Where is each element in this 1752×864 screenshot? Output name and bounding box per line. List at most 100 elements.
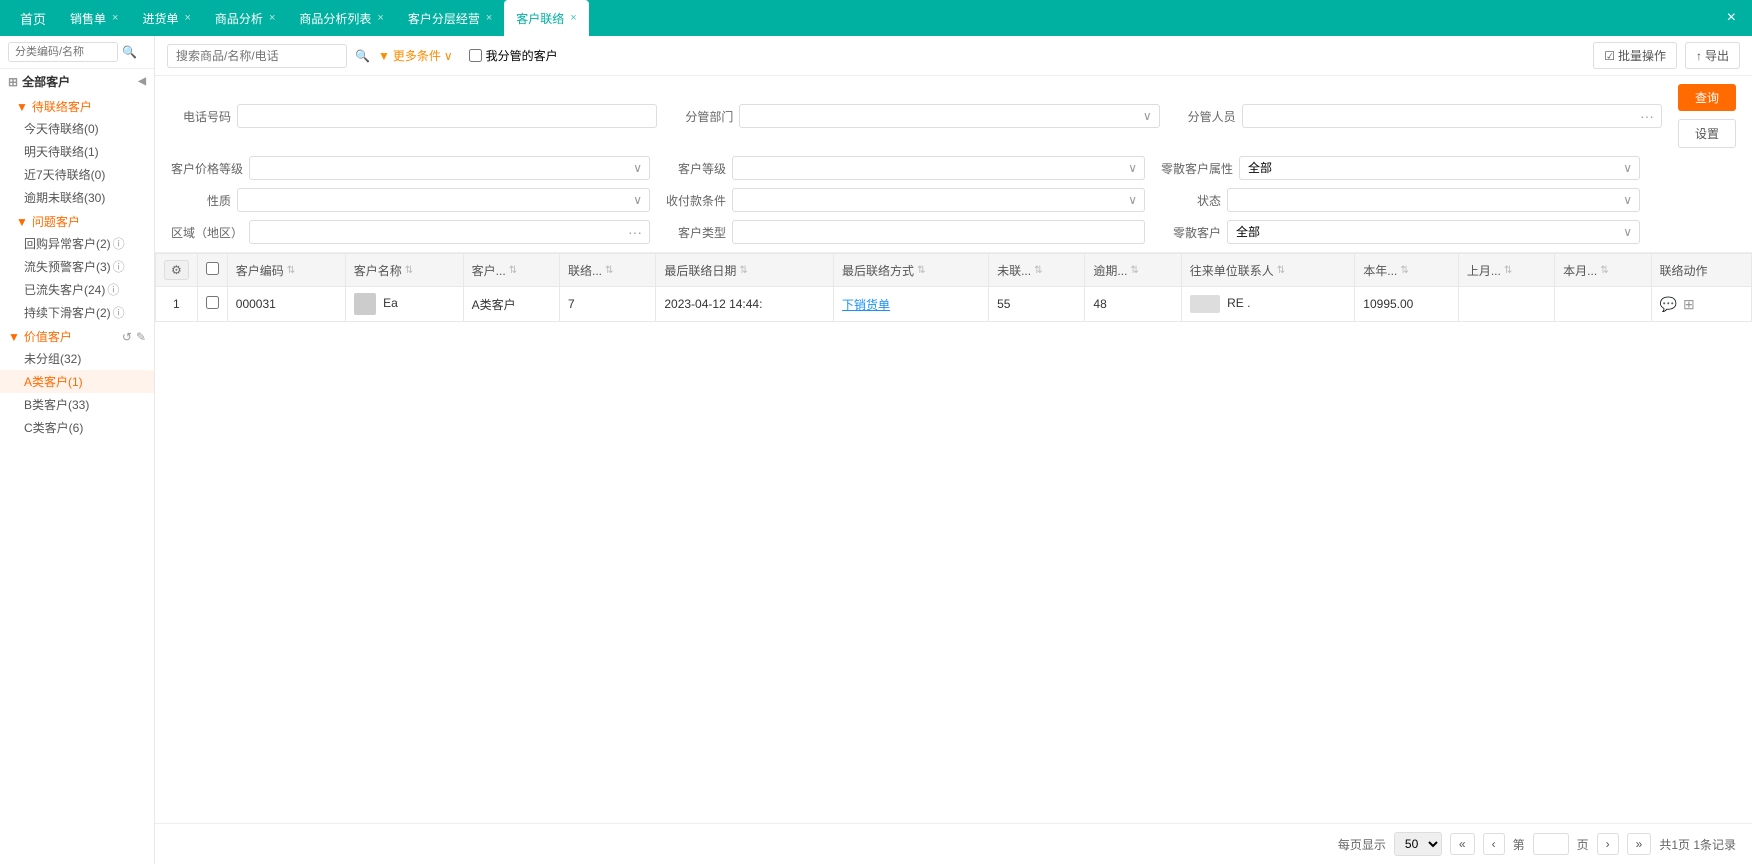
- refresh-icon[interactable]: ↺: [122, 330, 132, 344]
- sort-icon-type[interactable]: ⇅: [509, 265, 517, 276]
- filter-scatter-attr: 零散客户属性 全部 ∨: [1161, 156, 1640, 180]
- next-page-button[interactable]: ›: [1597, 833, 1619, 855]
- sidebar-item-today[interactable]: 今天待联络(0): [0, 117, 154, 140]
- export-button[interactable]: ↑ 导出: [1685, 42, 1740, 69]
- sidebar-item-abnormal[interactable]: 回购异常客户(2) ⓘ: [0, 232, 154, 255]
- row-code: 000031: [227, 287, 345, 322]
- th-checkbox: [197, 254, 227, 287]
- sort-icon-last-month[interactable]: ⇅: [1504, 265, 1512, 276]
- tab-analysis-list[interactable]: 商品分析列表 ×: [287, 0, 395, 36]
- tab-analysis[interactable]: 商品分析 ×: [203, 0, 287, 36]
- sidebar-item-b-class[interactable]: B类客户(33): [0, 393, 154, 416]
- grid-icon: ⊞: [8, 75, 18, 89]
- my-customers-checkbox-label[interactable]: 我分管的客户: [469, 47, 558, 64]
- sort-icon-name[interactable]: ⇅: [405, 265, 413, 276]
- prev-page-button[interactable]: ‹: [1483, 833, 1505, 855]
- sort-icon-year[interactable]: ⇅: [1400, 265, 1408, 276]
- settings-button[interactable]: 设置: [1678, 119, 1736, 148]
- sidebar-search-icon[interactable]: 🔍: [122, 45, 137, 59]
- tab-sales[interactable]: 销售单 ×: [58, 0, 130, 36]
- th-overdue: 逾期...⇅: [1085, 254, 1181, 287]
- close-all-button[interactable]: ×: [1719, 9, 1744, 27]
- nature-select[interactable]: [237, 188, 650, 212]
- person-input[interactable]: [1242, 104, 1662, 128]
- last-page-button[interactable]: »: [1627, 833, 1652, 855]
- sort-icon-way[interactable]: ⇅: [917, 265, 925, 276]
- tab-purchase[interactable]: 进货单 ×: [130, 0, 202, 36]
- sort-icon-code[interactable]: ⇅: [287, 265, 295, 276]
- dept-select[interactable]: [739, 104, 1159, 128]
- region-wrap: ···: [249, 220, 650, 244]
- sort-icon-uncontacted[interactable]: ⇅: [1034, 265, 1042, 276]
- select-all-checkbox[interactable]: [206, 262, 219, 275]
- sort-icon-date[interactable]: ⇅: [739, 265, 747, 276]
- region-input[interactable]: [249, 220, 650, 244]
- close-tab-purchase[interactable]: ×: [184, 12, 190, 24]
- collapse-icon[interactable]: ◀: [138, 76, 146, 87]
- scatter-attr-wrap: 全部 ∨: [1239, 156, 1640, 180]
- qr-icon[interactable]: ⊞: [1683, 296, 1695, 313]
- main-layout: 🔍 ⊞ 全部客户 ◀ ▼ 待联络客户 今天待联络(0) 明天待联络(1) 近7天…: [0, 36, 1752, 864]
- sort-icon-this-month[interactable]: ⇅: [1600, 265, 1608, 276]
- sort-icon-overdue[interactable]: ⇅: [1130, 265, 1138, 276]
- pagination-bar: 每页显示 50 « ‹ 第 1 页 › » 共1页 1条记录: [155, 823, 1752, 864]
- price-level-select[interactable]: [249, 156, 650, 180]
- nature-wrap: ∨: [237, 188, 650, 212]
- close-tab-sales[interactable]: ×: [112, 12, 118, 24]
- scatter-customer-select[interactable]: 全部: [1227, 220, 1640, 244]
- filter-search-icon[interactable]: 🔍: [355, 49, 370, 63]
- tab-home[interactable]: 首页: [8, 0, 58, 36]
- first-page-button[interactable]: «: [1450, 833, 1475, 855]
- payment-select[interactable]: [732, 188, 1145, 212]
- filter-more-conditions[interactable]: ▼ 更多条件 ∨: [378, 47, 453, 64]
- query-button[interactable]: 查询: [1678, 84, 1736, 111]
- sidebar-item-ungroup[interactable]: 未分组(32): [0, 347, 154, 370]
- sidebar-item-a-class[interactable]: A类客户(1): [0, 370, 154, 393]
- customer-level-select[interactable]: [732, 156, 1145, 180]
- sidebar-item-c-class[interactable]: C类客户(6): [0, 416, 154, 439]
- row-last-month: [1458, 287, 1554, 322]
- tab-customer-contact[interactable]: 客户联络 ×: [504, 0, 588, 36]
- action-icons-group: 💬 ⊞: [1660, 296, 1743, 313]
- close-tab-analysis-list[interactable]: ×: [377, 12, 383, 24]
- sidebar-item-warning[interactable]: 流失预警客户(3) ⓘ: [0, 255, 154, 278]
- row-checkbox[interactable]: [206, 296, 219, 309]
- batch-op-button[interactable]: ☑ 批量操作: [1593, 42, 1677, 69]
- group-pending-contact[interactable]: ▼ 待联络客户: [0, 94, 154, 117]
- sidebar-item-lost[interactable]: 已流失客户(24) ⓘ: [0, 278, 154, 301]
- sidebar-item-tomorrow[interactable]: 明天待联络(1): [0, 140, 154, 163]
- sort-icon-unit[interactable]: ⇅: [1277, 265, 1285, 276]
- sidebar-item-overdue[interactable]: 逾期未联络(30): [0, 186, 154, 209]
- phone-input[interactable]: [237, 104, 657, 128]
- scatter-attr-select[interactable]: 全部: [1239, 156, 1640, 180]
- content-area: 🔍 ▼ 更多条件 ∨ 我分管的客户 ☑ 批量操作 ↑ 导出: [155, 36, 1752, 864]
- sidebar-search-input[interactable]: [8, 42, 118, 62]
- sort-icon-contact[interactable]: ⇅: [605, 265, 613, 276]
- chat-icon[interactable]: 💬: [1660, 296, 1677, 313]
- table-header-row: ⚙ 客户编码⇅ 客户名称⇅ 客户...⇅: [156, 254, 1752, 287]
- close-tab-customer-segment[interactable]: ×: [486, 12, 492, 24]
- customer-type-input[interactable]: [732, 220, 1145, 244]
- group-problem-customers[interactable]: ▼ 问题客户: [0, 209, 154, 232]
- filter-region: 区域（地区） ···: [171, 220, 650, 244]
- table-gear-button[interactable]: ⚙: [164, 260, 189, 280]
- row-customer-type: A类客户: [463, 287, 559, 322]
- edit-icon[interactable]: ✎: [136, 330, 146, 344]
- page-input[interactable]: 1: [1533, 833, 1569, 855]
- close-tab-analysis[interactable]: ×: [269, 12, 275, 24]
- my-customers-checkbox[interactable]: [469, 49, 482, 62]
- tab-customer-segment[interactable]: 客户分层经营 ×: [396, 0, 504, 36]
- filter-status: 状态 ∨: [1161, 188, 1640, 212]
- filter-search-input[interactable]: [167, 44, 347, 68]
- per-page-select[interactable]: 50: [1394, 832, 1442, 856]
- price-level-wrap: ∨: [249, 156, 650, 180]
- close-tab-customer-contact[interactable]: ×: [570, 12, 576, 24]
- filter-dept: 分管部门 ∨: [673, 104, 1159, 128]
- last-contact-way-link[interactable]: 下销货单: [842, 298, 890, 312]
- sidebar-item-declining[interactable]: 持续下滑客户(2) ⓘ: [0, 301, 154, 324]
- sidebar-item-7days[interactable]: 近7天待联络(0): [0, 163, 154, 186]
- info-icon-abnormal: ⓘ: [113, 235, 125, 252]
- adv-filter-row-4: 区域（地区） ··· 客户类型 零散客户 全部: [171, 220, 1736, 244]
- sidebar-all-customers[interactable]: ⊞ 全部客户 ◀: [0, 69, 154, 94]
- status-select[interactable]: [1227, 188, 1640, 212]
